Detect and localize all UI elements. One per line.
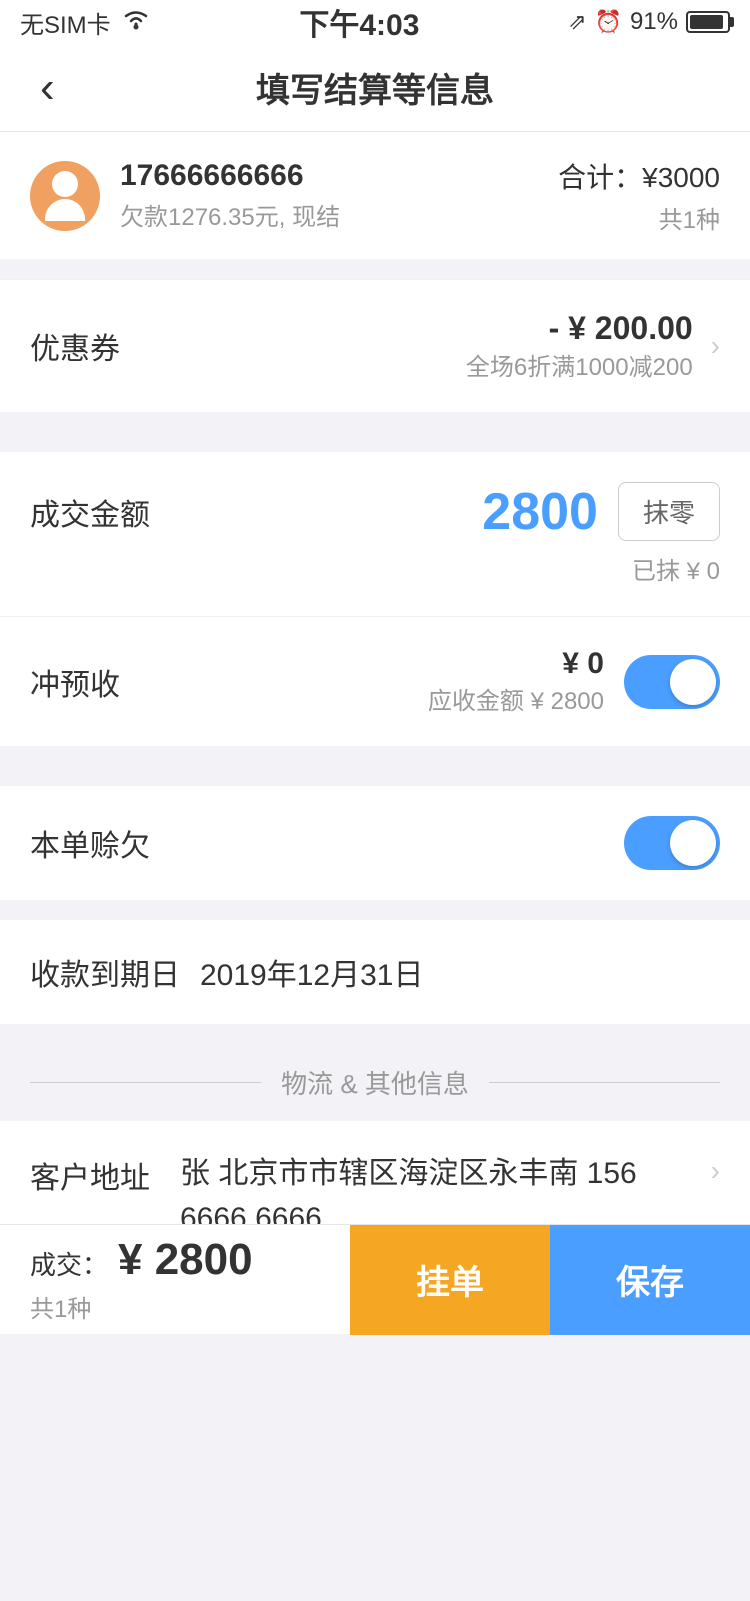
customer-card: 17666666666 欠款1276.35元, 现结 合计：¥3000 共1种 (0, 132, 750, 259)
customer-phone: 17666666666 (120, 159, 340, 193)
customer-left: 17666666666 欠款1276.35元, 现结 (30, 159, 340, 232)
status-time: 下午4:03 (299, 0, 419, 44)
divider-line-right (489, 1082, 720, 1083)
nav-bar: ‹ 填写结算等信息 (0, 44, 750, 132)
section-separator-2 (0, 766, 750, 786)
duedate-label: 收款到期日 (30, 950, 180, 994)
amount-right: 2800 抹零 (482, 482, 720, 541)
prereceive-toggle[interactable] (624, 655, 720, 709)
address-chevron-icon: › (711, 1151, 720, 1187)
duedate-row: 收款到期日 2019年12月31日 (30, 950, 720, 994)
customer-info: 17666666666 欠款1276.35元, 现结 (120, 159, 340, 232)
customer-total: 合计：¥3000 (558, 156, 720, 196)
duedate-value: 2019年12月31日 (200, 950, 423, 994)
location-icon: ⇗ (568, 9, 586, 35)
battery-percent: 91% (630, 8, 678, 36)
prereceive-right: ¥ 0 应收金额 ¥ 2800 (428, 647, 720, 716)
amount-row: 成交金额 2800 抹零 (30, 482, 720, 541)
alarm-icon: ⏰ (595, 9, 622, 35)
coupon-chevron-icon: › (711, 330, 720, 362)
bottom-count: 共1种 (30, 1289, 320, 1324)
coupon-right: - ¥ 200.00 全场6折满1000减200 › (466, 310, 720, 382)
bottom-total-row: 成交： ¥ 2800 (30, 1235, 320, 1285)
back-button[interactable]: ‹ (30, 53, 65, 123)
amount-section: 成交金额 2800 抹零 已抹 ¥ 0 (0, 452, 750, 616)
content-area: 17666666666 欠款1276.35元, 现结 合计：¥3000 共1种 … (0, 132, 750, 1601)
status-bar: 无SIM卡 下午4:03 ⇗ ⏰ 91% (0, 0, 750, 44)
status-right: ⇗ ⏰ 91% (568, 8, 730, 36)
coupon-row[interactable]: 优惠券 - ¥ 200.00 全场6折满1000减200 › (0, 279, 750, 412)
avatar (30, 161, 100, 231)
prereceive-amount-block: ¥ 0 应收金额 ¥ 2800 (428, 647, 604, 716)
bottom-info: 成交： ¥ 2800 共1种 (0, 1235, 350, 1324)
prereceive-amount: ¥ 0 (428, 647, 604, 681)
bottom-label: 成交： (30, 1245, 108, 1282)
coupon-label: 优惠券 (30, 324, 120, 368)
divider-line-left (30, 1082, 261, 1083)
amount-sub-text: 已抹 ¥ 0 (632, 558, 720, 585)
debt-row: 本单赊欠 (30, 816, 720, 870)
amount-value: 2800 (482, 486, 598, 538)
bottom-amount: ¥ 2800 (118, 1235, 253, 1285)
prereceive-label: 冲预收 (30, 660, 120, 704)
save-button[interactable]: 保存 (550, 1225, 750, 1335)
divider-text: 物流 & 其他信息 (281, 1064, 469, 1101)
status-left: 无SIM卡 (20, 5, 151, 40)
address-label: 客户地址 (30, 1151, 150, 1197)
round-button[interactable]: 抹零 (618, 482, 720, 541)
customer-count: 共1种 (558, 200, 720, 235)
bottom-bar: 成交： ¥ 2800 共1种 挂单 保存 (0, 1224, 750, 1334)
debt-toggle[interactable] (624, 816, 720, 870)
coupon-amount: - ¥ 200.00 (466, 310, 693, 347)
wifi-icon (121, 8, 151, 37)
prereceive-section: 冲预收 ¥ 0 应收金额 ¥ 2800 (0, 616, 750, 746)
prereceive-toggle-knob (670, 659, 716, 705)
debt-label: 本单赊欠 (30, 821, 150, 865)
amount-label: 成交金额 (30, 490, 150, 534)
amount-sub-row: 已抹 ¥ 0 (30, 551, 720, 586)
battery-icon (686, 11, 730, 33)
coupon-desc: 全场6折满1000减200 (466, 347, 693, 382)
page-title: 填写结算等信息 (256, 63, 494, 112)
section-separator-1 (0, 432, 750, 452)
duedate-section: 收款到期日 2019年12月31日 (0, 920, 750, 1024)
logistics-divider: 物流 & 其他信息 (0, 1044, 750, 1121)
customer-right: 合计：¥3000 共1种 (558, 156, 720, 235)
debt-toggle-knob (670, 820, 716, 866)
customer-sub: 欠款1276.35元, 现结 (120, 197, 340, 232)
carrier-text: 无SIM卡 (20, 5, 111, 40)
prereceive-row: 冲预收 ¥ 0 应收金额 ¥ 2800 (30, 647, 720, 716)
hang-button[interactable]: 挂单 (350, 1225, 550, 1335)
prereceive-sub: 应收金额 ¥ 2800 (428, 681, 604, 716)
debt-section: 本单赊欠 (0, 786, 750, 900)
